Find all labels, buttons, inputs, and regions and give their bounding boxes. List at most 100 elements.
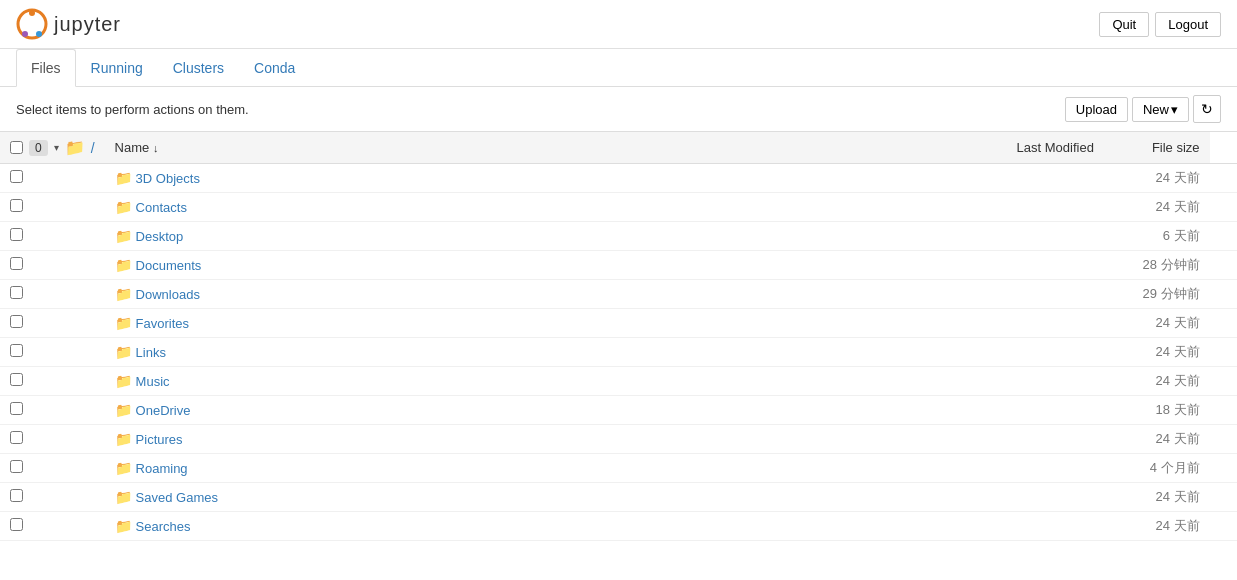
row-checkbox[interactable] bbox=[10, 460, 23, 473]
row-name-cell: 📁 Music bbox=[105, 367, 1104, 396]
file-link[interactable]: Favorites bbox=[136, 316, 189, 331]
row-checkbox[interactable] bbox=[10, 373, 23, 386]
row-size-cell bbox=[1210, 280, 1237, 309]
table-row: 📁 Saved Games 24 天前 bbox=[0, 483, 1237, 512]
table-row: 📁Desktop6 天前 bbox=[0, 222, 1237, 251]
folder-icon: 📁 bbox=[115, 460, 132, 476]
toolbar-instruction: Select items to perform actions on them. bbox=[16, 102, 249, 117]
row-checkbox[interactable] bbox=[10, 228, 23, 241]
new-dropdown-arrow: ▾ bbox=[1171, 102, 1178, 117]
table-row: 📁OneDrive18 天前 bbox=[0, 396, 1237, 425]
svg-point-1 bbox=[29, 10, 35, 16]
row-checkbox[interactable] bbox=[10, 402, 23, 415]
folder-icon: 📁 bbox=[115, 402, 132, 418]
row-checkbox[interactable] bbox=[10, 518, 23, 531]
table-row: 📁 3D Objects 24 天前 bbox=[0, 164, 1237, 193]
upload-button[interactable]: Upload bbox=[1065, 97, 1128, 122]
table-row: 📁Searches24 天前 bbox=[0, 512, 1237, 541]
row-size-cell bbox=[1210, 309, 1237, 338]
file-link[interactable]: Music bbox=[136, 374, 170, 389]
logo: jupyter bbox=[16, 8, 121, 40]
select-all-checkbox[interactable] bbox=[10, 141, 23, 154]
row-name-cell: 📁 Desktop bbox=[105, 222, 1104, 251]
row-checkbox[interactable] bbox=[10, 170, 23, 183]
breadcrumb-content: 0 ▾ 📁 / bbox=[10, 138, 95, 157]
row-modified-cell: 24 天前 bbox=[1104, 483, 1210, 512]
folder-icon: 📁 bbox=[115, 170, 132, 186]
folder-icon: 📁 bbox=[115, 373, 132, 389]
row-checkbox[interactable] bbox=[10, 431, 23, 444]
tabs: Files Running Clusters Conda bbox=[0, 49, 1237, 87]
tab-files[interactable]: Files bbox=[16, 49, 76, 87]
row-size-cell bbox=[1210, 338, 1237, 367]
row-checkbox-cell bbox=[0, 454, 105, 483]
file-link[interactable]: Desktop bbox=[136, 229, 184, 244]
row-checkbox[interactable] bbox=[10, 286, 23, 299]
table-row: 📁Contacts24 天前 bbox=[0, 193, 1237, 222]
row-checkbox[interactable] bbox=[10, 489, 23, 502]
row-size-cell bbox=[1210, 251, 1237, 280]
file-link[interactable]: Saved Games bbox=[136, 490, 218, 505]
row-name-cell: 📁 Documents bbox=[105, 251, 1104, 280]
folder-icon: 📁 bbox=[115, 489, 132, 505]
row-modified-cell: 24 天前 bbox=[1104, 164, 1210, 193]
file-link[interactable]: OneDrive bbox=[136, 403, 191, 418]
breadcrumb-dropdown-arrow[interactable]: ▾ bbox=[54, 142, 59, 153]
refresh-button[interactable]: ↻ bbox=[1193, 95, 1221, 123]
row-checkbox-cell bbox=[0, 251, 105, 280]
file-link[interactable]: Pictures bbox=[136, 432, 183, 447]
quit-button[interactable]: Quit bbox=[1099, 12, 1149, 37]
tab-running[interactable]: Running bbox=[76, 49, 158, 87]
breadcrumb-folder-icon: 📁 bbox=[65, 138, 85, 157]
header-checkbox-cell: 0 ▾ 📁 / bbox=[0, 132, 105, 164]
file-link[interactable]: 3D Objects bbox=[136, 171, 200, 186]
file-link[interactable]: Documents bbox=[136, 258, 202, 273]
row-size-cell bbox=[1210, 164, 1237, 193]
row-size-cell bbox=[1210, 454, 1237, 483]
row-name-cell: 📁Searches bbox=[105, 512, 1104, 541]
row-checkbox-cell bbox=[0, 483, 105, 512]
file-link[interactable]: Contacts bbox=[136, 200, 187, 215]
header-name-label[interactable]: Name ↓ bbox=[115, 140, 159, 155]
row-modified-cell: 24 天前 bbox=[1104, 425, 1210, 454]
folder-icon: 📁 bbox=[115, 228, 132, 244]
row-modified-cell: 24 天前 bbox=[1104, 338, 1210, 367]
row-checkbox-cell bbox=[0, 164, 105, 193]
tab-clusters[interactable]: Clusters bbox=[158, 49, 239, 87]
folder-icon: 📁 bbox=[115, 199, 132, 215]
file-link[interactable]: Downloads bbox=[136, 287, 200, 302]
row-checkbox-cell bbox=[0, 425, 105, 454]
row-checkbox-cell bbox=[0, 338, 105, 367]
row-checkbox[interactable] bbox=[10, 315, 23, 328]
sort-arrow: ↓ bbox=[153, 142, 159, 154]
toolbar: Select items to perform actions on them.… bbox=[0, 87, 1237, 131]
file-link[interactable]: Links bbox=[136, 345, 166, 360]
jupyter-logo-icon bbox=[16, 8, 48, 40]
folder-icon: 📁 bbox=[115, 257, 132, 273]
folder-icon: 📁 bbox=[115, 315, 132, 331]
row-size-cell bbox=[1210, 396, 1237, 425]
file-table: 0 ▾ 📁 / Name ↓ Last Modified File size 📁… bbox=[0, 131, 1237, 541]
row-modified-cell: 24 天前 bbox=[1104, 367, 1210, 396]
tab-conda[interactable]: Conda bbox=[239, 49, 310, 87]
table-row: 📁Downloads29 分钟前 bbox=[0, 280, 1237, 309]
file-link[interactable]: Roaming bbox=[136, 461, 188, 476]
row-size-cell bbox=[1210, 222, 1237, 251]
row-checkbox[interactable] bbox=[10, 199, 23, 212]
header-modified[interactable]: Last Modified bbox=[970, 132, 1103, 164]
row-modified-cell: 24 天前 bbox=[1104, 512, 1210, 541]
row-name-cell: 📁 Favorites bbox=[105, 309, 1104, 338]
row-checkbox-cell bbox=[0, 396, 105, 425]
row-checkbox[interactable] bbox=[10, 257, 23, 270]
file-link[interactable]: Searches bbox=[136, 519, 191, 534]
logout-button[interactable]: Logout bbox=[1155, 12, 1221, 37]
new-button[interactable]: New ▾ bbox=[1132, 97, 1189, 122]
row-size-cell bbox=[1210, 425, 1237, 454]
row-name-cell: 📁 OneDrive bbox=[105, 396, 1104, 425]
row-name-cell: 📁 3D Objects bbox=[105, 164, 1104, 193]
header-name: Name ↓ bbox=[105, 132, 971, 164]
row-checkbox[interactable] bbox=[10, 344, 23, 357]
file-list: 📁3D Objects24 天前📁Contacts24 天前📁Desktop6 … bbox=[0, 164, 1237, 541]
row-name-cell: 📁 Contacts bbox=[105, 193, 1104, 222]
header-size[interactable]: File size bbox=[1104, 132, 1210, 164]
